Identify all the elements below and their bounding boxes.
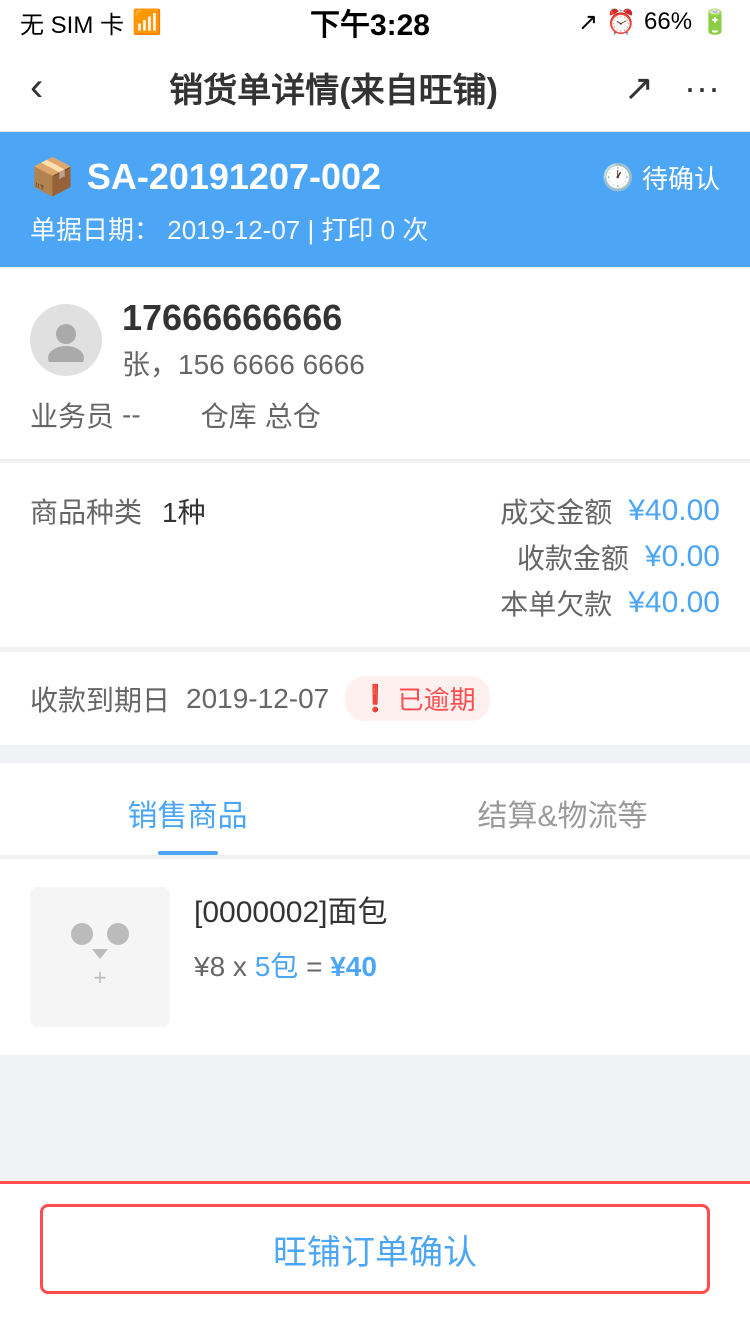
order-status-badge: 🕐 待确认 bbox=[602, 159, 720, 196]
wifi-icon: 📶 bbox=[132, 8, 162, 37]
product-section: + [0000002]面包 ¥8 x 5包 = ¥40 bbox=[0, 859, 750, 1055]
product-info: [0000002]面包 ¥8 x 5包 = ¥40 bbox=[194, 887, 720, 985]
product-type-value: 1种 bbox=[162, 491, 206, 531]
deal-amount-label: 成交金额 bbox=[500, 491, 612, 531]
owl-eye-right bbox=[107, 923, 129, 945]
received-amount-label: 收款金额 bbox=[517, 537, 629, 577]
status-text: 待确认 bbox=[642, 159, 720, 196]
stats-section: 商品种类 1种 成交金额 ¥40.00 收款金额 ¥0.00 本单欠款 ¥40.… bbox=[0, 463, 750, 647]
tab-sales-products-label: 销售商品 bbox=[128, 800, 248, 833]
share-icon[interactable]: ↗ bbox=[624, 67, 654, 109]
warehouse-value: 总仓 bbox=[265, 395, 321, 435]
status-bar-right: ↗ ⏰ 66% 🔋 bbox=[578, 8, 730, 37]
due-date-section: 收款到期日 2019-12-07 ❗ 已逾期 bbox=[0, 651, 750, 745]
bottom-bar: 旺铺订单确认 bbox=[0, 1181, 750, 1334]
warehouse-meta: 仓库 总仓 bbox=[201, 395, 321, 435]
order-icon: 📦 bbox=[30, 156, 75, 198]
back-button[interactable]: ‹ bbox=[30, 65, 43, 110]
overdue-text: 已逾期 bbox=[398, 680, 476, 717]
product-type-label: 商品种类 bbox=[30, 491, 142, 531]
customer-section: 17666666666 张，156 6666 6666 业务员 -- 仓库 总仓 bbox=[0, 269, 750, 459]
tab-settlement-label: 结算&物流等 bbox=[477, 800, 647, 833]
nav-right-actions: ↗ ··· bbox=[624, 67, 720, 109]
product-name: [0000002]面包 bbox=[194, 887, 720, 931]
product-thumbnail: + bbox=[30, 887, 170, 1027]
stats-right: 成交金额 ¥40.00 收款金额 ¥0.00 本单欠款 ¥40.00 bbox=[500, 491, 720, 623]
battery-icon: 🔋 bbox=[700, 8, 730, 37]
owl-beak bbox=[92, 949, 108, 959]
due-date-value: 2019-12-07 bbox=[186, 683, 329, 715]
tabs-bar: 销售商品 结算&物流等 bbox=[0, 763, 750, 857]
status-bar-time: 下午3:28 bbox=[310, 0, 430, 44]
product-total: ¥40 bbox=[330, 951, 377, 982]
product-item: + [0000002]面包 ¥8 x 5包 = ¥40 bbox=[30, 887, 720, 1027]
owl-eye-left bbox=[71, 923, 93, 945]
nav-bar: ‹ 销货单详情(来自旺铺) ↗ ··· bbox=[0, 44, 750, 132]
divider-2 bbox=[0, 647, 750, 649]
owed-amount-label: 本单欠款 bbox=[500, 583, 612, 623]
more-icon[interactable]: ··· bbox=[684, 67, 720, 109]
wangpu-confirm-button[interactable]: 旺铺订单确认 bbox=[40, 1204, 710, 1294]
order-date-info: 单据日期： 2019-12-07 | 打印 0 次 bbox=[30, 210, 720, 247]
stats-row-received: 收款金额 ¥0.00 bbox=[517, 537, 720, 577]
due-date-label: 收款到期日 bbox=[30, 679, 170, 719]
customer-avatar bbox=[30, 304, 102, 376]
salesperson-label: 业务员 bbox=[30, 395, 114, 435]
confirm-btn-label: 旺铺订单确认 bbox=[273, 1225, 477, 1274]
product-price: ¥8 bbox=[194, 951, 225, 982]
product-qty: 5包 bbox=[255, 951, 299, 982]
owl-plus-text: + bbox=[94, 965, 107, 991]
customer-name-info: 张，156 6666 6666 bbox=[122, 343, 365, 383]
order-header-card: 📦 SA-20191207-002 🕐 待确认 单据日期： 2019-12-07… bbox=[0, 132, 750, 267]
divider-1 bbox=[0, 459, 750, 461]
order-id: 📦 SA-20191207-002 bbox=[30, 156, 381, 198]
product-price-row: ¥8 x 5包 = ¥40 bbox=[194, 945, 720, 985]
date-label: 单据日期： bbox=[30, 215, 160, 245]
salesperson-value: -- bbox=[122, 399, 141, 431]
stats-row-owed: 本单欠款 ¥40.00 bbox=[500, 583, 720, 623]
section-gap bbox=[0, 745, 750, 761]
tab-settlement-logistics[interactable]: 结算&物流等 bbox=[375, 763, 750, 855]
owed-amount-value: ¥40.00 bbox=[628, 586, 720, 620]
product-thumb-inner: + bbox=[71, 923, 129, 991]
customer-phone: 17666666666 bbox=[122, 297, 365, 339]
salesperson-meta: 业务员 -- bbox=[30, 395, 141, 435]
date-value: 2019-12-07 bbox=[167, 215, 300, 245]
status-clock-icon: 🕐 bbox=[602, 162, 634, 193]
battery-label: 66% bbox=[644, 8, 692, 36]
deal-amount-value: ¥40.00 bbox=[628, 494, 720, 528]
status-bar-left: 无 SIM 卡 📶 bbox=[20, 5, 162, 40]
status-bar: 无 SIM 卡 📶 下午3:28 ↗ ⏰ 66% 🔋 bbox=[0, 0, 750, 44]
nav-title: 销货单详情(来自旺铺) bbox=[169, 63, 498, 112]
overdue-icon: ❗ bbox=[359, 683, 391, 714]
carrier-label: 无 SIM 卡 bbox=[20, 5, 124, 40]
received-amount-value: ¥0.00 bbox=[645, 540, 720, 574]
overdue-badge: ❗ 已逾期 bbox=[345, 676, 489, 721]
tab-sales-products[interactable]: 销售商品 bbox=[0, 763, 375, 855]
warehouse-label: 仓库 bbox=[201, 395, 257, 435]
print-info: | 打印 0 次 bbox=[307, 215, 428, 245]
location-icon: ↗ bbox=[578, 8, 598, 37]
stats-row-deal: 成交金额 ¥40.00 bbox=[500, 491, 720, 531]
owl-eyes bbox=[71, 923, 129, 945]
alarm-icon: ⏰ bbox=[606, 8, 636, 37]
order-id-text: SA-20191207-002 bbox=[87, 156, 381, 198]
